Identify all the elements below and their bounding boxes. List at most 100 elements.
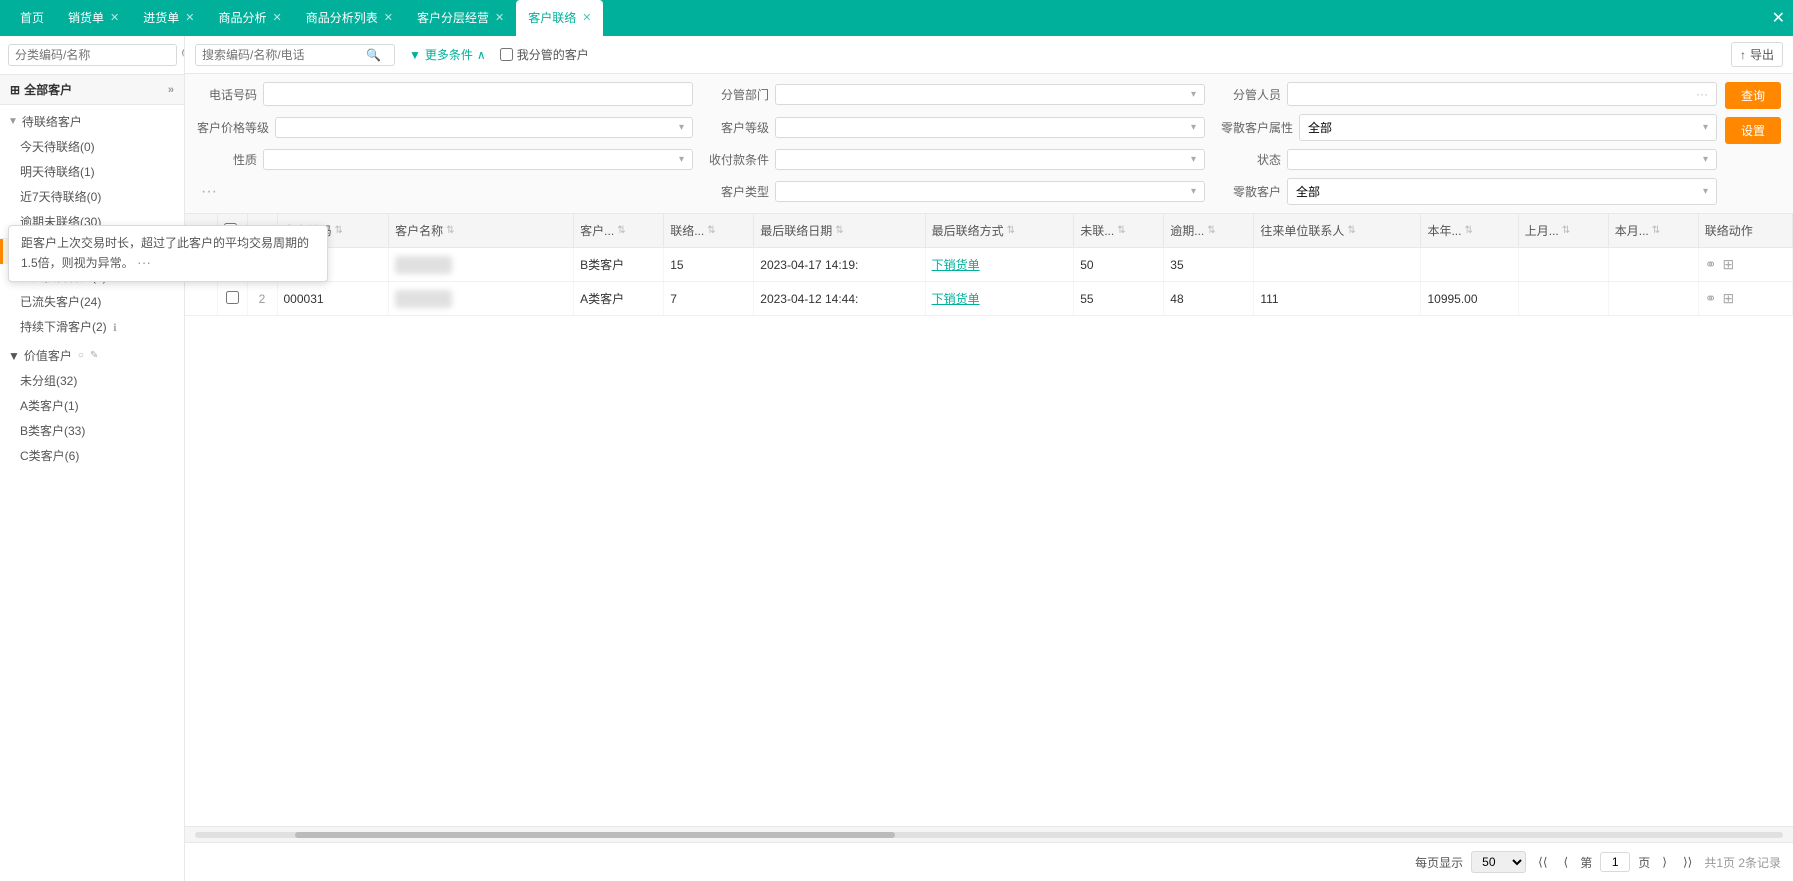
row2-check[interactable] <box>226 291 239 304</box>
price-level-select[interactable]: ▾ <box>275 117 693 138</box>
nav-product-analysis[interactable]: 商品分析 ✕ <box>206 0 293 36</box>
sort-icon-unit[interactable]: ⇅ <box>1347 225 1355 236</box>
main-content: 🔍 ▼ 更多条件 ∧ 我分管的客户 ↑ 导出 <box>185 36 1793 881</box>
col-this-year[interactable]: 本年... ⇅ <box>1421 214 1518 248</box>
last-page-btn[interactable]: ⟩⟩ <box>1679 853 1696 871</box>
sort-icon-code[interactable]: ⇅ <box>335 225 343 236</box>
row1-link-icon[interactable]: ⚭ <box>1705 256 1717 273</box>
next-page-btn[interactable]: ⟩ <box>1658 853 1671 871</box>
sort-icon-type[interactable]: ⇅ <box>617 225 625 236</box>
dept-select[interactable]: ▾ <box>775 84 1205 105</box>
row2-overdue: 48 <box>1164 282 1254 316</box>
close-customer-segment-tab[interactable]: ✕ <box>495 0 504 36</box>
phone-input[interactable] <box>263 82 693 106</box>
total-info: 共1页 2条记录 <box>1704 854 1781 871</box>
sort-icon-name[interactable]: ⇅ <box>446 225 454 236</box>
nav-customer-segment[interactable]: 客户分层经营 ✕ <box>405 0 516 36</box>
search-icon-main[interactable]: 🔍 <box>366 48 381 62</box>
per-page-select[interactable]: 50 100 <box>1471 851 1526 873</box>
horizontal-scrollbar[interactable] <box>185 826 1793 842</box>
sidebar-item-class-b[interactable]: B类客户(33) <box>0 418 184 443</box>
close-purchase-tab[interactable]: ✕ <box>185 0 194 36</box>
sort-icon-contact[interactable]: ⇅ <box>707 225 715 236</box>
col-this-month[interactable]: 本月... ⇅ <box>1608 214 1698 248</box>
my-customers-checkbox[interactable]: 我分管的客户 <box>500 46 589 63</box>
sidebar-waiting-title[interactable]: ▼ 待联络客户 <box>0 109 184 134</box>
customer-table: ⚙ 客户编码 ⇅ <box>185 214 1793 316</box>
row1-last-method[interactable]: 下销货单 <box>925 248 1074 282</box>
nav-purchase[interactable]: 进货单 ✕ <box>131 0 206 36</box>
row2-grid-icon[interactable]: ⊞ <box>1723 290 1735 307</box>
export-btn[interactable]: ↑ 导出 <box>1731 42 1783 67</box>
sidebar-item-7days[interactable]: 近7天待联络(0) <box>0 184 184 209</box>
row4-dots[interactable]: ··· <box>197 183 221 201</box>
sidebar-item-declining[interactable]: 持续下滑客户(2) ℹ <box>0 314 184 339</box>
dept-label: 分管部门 <box>709 86 769 103</box>
sort-icon-uncontacted[interactable]: ⇅ <box>1117 225 1125 236</box>
filter-dept: 分管部门 ▾ <box>709 84 1205 105</box>
query-button[interactable]: 查询 <box>1725 82 1781 109</box>
row2-unit-contact: 111 <box>1254 282 1421 316</box>
sidebar-item-churned[interactable]: 已流失客户(24) <box>0 289 184 314</box>
close-window-btn[interactable]: ✕ <box>1772 8 1785 28</box>
close-sales-tab[interactable]: ✕ <box>110 0 119 36</box>
customer-type-select[interactable]: ▾ <box>775 181 1205 202</box>
sidebar-item-class-c[interactable]: C类客户(6) <box>0 443 184 468</box>
scattered-customer-select[interactable]: 全部 ▾ <box>1287 178 1717 205</box>
col-last-method[interactable]: 最后联络方式 ⇅ <box>925 214 1074 248</box>
row1-uncontacted: 50 <box>1074 248 1164 282</box>
close-product-analysis-list-tab[interactable]: ✕ <box>384 0 393 36</box>
nav-sales[interactable]: 销货单 ✕ <box>56 0 131 36</box>
more-conditions-btn[interactable]: ▼ 更多条件 ∧ <box>403 43 492 66</box>
sidebar-collapse-btn[interactable]: » <box>168 84 174 96</box>
col-overdue[interactable]: 逾期... ⇅ <box>1164 214 1254 248</box>
edit-pencil-icon[interactable]: ✎ <box>90 350 98 361</box>
scroll-thumb[interactable] <box>295 832 895 838</box>
nav-product-analysis-list[interactable]: 商品分析列表 ✕ <box>294 0 405 36</box>
manager-input[interactable]: ··· <box>1287 82 1717 106</box>
col-uncontacted[interactable]: 未联... ⇅ <box>1074 214 1164 248</box>
info-icon-3[interactable]: ℹ <box>113 323 117 334</box>
nav-home[interactable]: 首页 <box>8 0 56 36</box>
sort-icon-lastdate[interactable]: ⇅ <box>835 225 843 236</box>
sidebar-value-title[interactable]: ▼ 价值客户 ○ ✎ <box>0 343 184 368</box>
row1-grid-icon[interactable]: ⊞ <box>1723 256 1735 273</box>
nav-customer-contact[interactable]: 客户联络 ✕ <box>516 0 603 36</box>
sidebar-item-class-a[interactable]: A类客户(1) <box>0 393 184 418</box>
sort-icon-thismonth[interactable]: ⇅ <box>1652 225 1660 236</box>
settings-button[interactable]: 设置 <box>1725 117 1781 144</box>
col-last-date[interactable]: 最后联络日期 ⇅ <box>754 214 925 248</box>
sidebar-search-input[interactable] <box>8 44 177 66</box>
row1-last-method-link[interactable]: 下销货单 <box>932 258 980 272</box>
manager-dots: ··· <box>1696 87 1708 101</box>
row2-last-method-link[interactable]: 下销货单 <box>932 292 980 306</box>
payment-select[interactable]: ▾ <box>775 149 1205 170</box>
sidebar-item-ungroup[interactable]: 未分组(32) <box>0 368 184 393</box>
sidebar-item-tomorrow[interactable]: 明天待联络(1) <box>0 159 184 184</box>
row2-link-icon[interactable]: ⚭ <box>1705 290 1717 307</box>
prev-page-btn[interactable]: ⟨ <box>1560 853 1573 871</box>
first-page-btn[interactable]: ⟨⟨ <box>1534 853 1551 871</box>
sidebar-item-today[interactable]: 今天待联络(0) <box>0 134 184 159</box>
main-search-input[interactable] <box>202 48 362 62</box>
col-last-month[interactable]: 上月... ⇅ <box>1518 214 1608 248</box>
col-name[interactable]: 客户名称 ⇅ <box>389 214 574 248</box>
col-type[interactable]: 客户... ⇅ <box>574 214 664 248</box>
status-select[interactable]: ▾ <box>1287 149 1717 170</box>
my-customers-check[interactable] <box>500 48 513 61</box>
close-product-analysis-tab[interactable]: ✕ <box>273 0 282 36</box>
close-customer-contact-tab[interactable]: ✕ <box>582 0 591 36</box>
table-row: 2 000031 A类客户 7 2023-04-12 14:44: 下销货单 5… <box>185 282 1793 316</box>
customer-level-select[interactable]: ▾ <box>775 117 1205 138</box>
col-contact-count[interactable]: 联络... ⇅ <box>664 214 754 248</box>
sort-icon-thisyear[interactable]: ⇅ <box>1464 225 1472 236</box>
nature-select[interactable]: ▾ <box>263 149 693 170</box>
sort-icon-overdue[interactable]: ⇅ <box>1207 225 1215 236</box>
row2-last-method[interactable]: 下销货单 <box>925 282 1074 316</box>
scattered-attr-select[interactable]: 全部 ▾ <box>1299 114 1717 141</box>
page-number-input[interactable] <box>1600 852 1630 872</box>
col-unit-contact[interactable]: 往来单位联系人 ⇅ <box>1254 214 1421 248</box>
edit-icon[interactable]: ○ <box>78 350 84 361</box>
sort-icon-lastmethod[interactable]: ⇅ <box>1007 225 1015 236</box>
sort-icon-lastmonth[interactable]: ⇅ <box>1562 225 1570 236</box>
